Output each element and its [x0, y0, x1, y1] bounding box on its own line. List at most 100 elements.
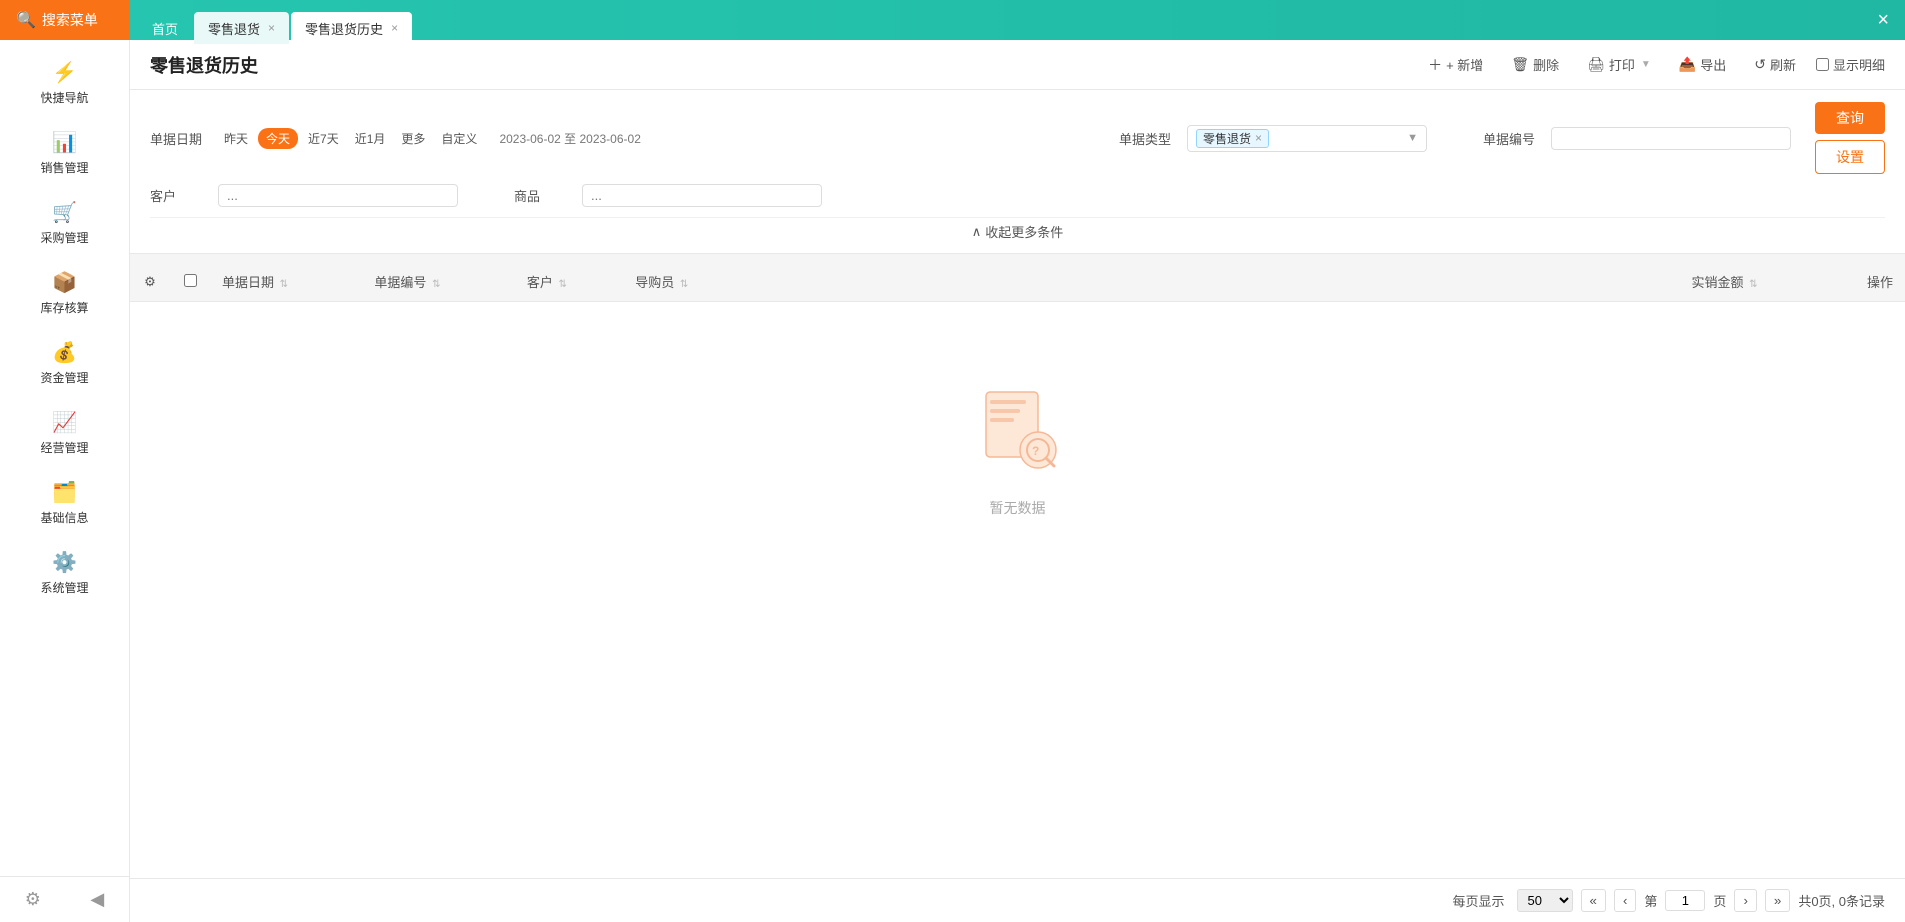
- system-icon: ⚙️: [52, 550, 77, 575]
- th-customer[interactable]: 客户 ⇅: [515, 262, 623, 302]
- type-tag: 零售退货 ×: [1196, 129, 1269, 148]
- th-guide[interactable]: 导购员 ⇅: [623, 262, 753, 302]
- goods-input[interactable]: [591, 188, 813, 203]
- empty-state: ? 暂无数据: [130, 302, 1905, 558]
- svg-text:?: ?: [1032, 444, 1039, 458]
- th-voucher-no-label: 单据编号: [374, 275, 426, 290]
- custom-btn[interactable]: 自定义: [435, 128, 483, 149]
- type-tag-close[interactable]: ×: [1255, 131, 1262, 145]
- type-select[interactable]: 零售退货 × ▼: [1187, 125, 1427, 152]
- search-menu-label: 搜索菜单: [42, 10, 98, 30]
- show-detail-cb[interactable]: 显示明细: [1816, 55, 1885, 74]
- page-num-input[interactable]: [1665, 890, 1705, 911]
- filter-row-2: 客户 商品: [150, 184, 1885, 207]
- sidebar-bottom: ⚙ ◀: [0, 876, 129, 922]
- sidebar-item-sales-mgmt-label: 销售管理: [40, 159, 88, 176]
- main-layout: ⚡ 快捷导航 📊 销售管理 🛒 采购管理 📦 库存核算 💰 资金管理 📈 经营管…: [0, 40, 1905, 922]
- customer-input-wrap: [218, 184, 458, 207]
- collapse-btn[interactable]: ∧ 收起更多条件: [150, 217, 1885, 245]
- print-icon: 🖨: [1587, 56, 1605, 73]
- delete-label: 删除: [1533, 55, 1559, 74]
- print-arrow-icon: ▼: [1641, 59, 1651, 70]
- search-menu-btn[interactable]: 🔍 搜索菜单: [0, 0, 130, 40]
- print-label: 打印: [1609, 55, 1635, 74]
- tab-retail-return[interactable]: 零售退货 ×: [194, 12, 289, 44]
- sidebar-item-sales-mgmt[interactable]: 📊 销售管理: [0, 118, 129, 188]
- yesterday-btn[interactable]: 昨天: [218, 128, 254, 149]
- th-voucher-no[interactable]: 单据编号 ⇅: [362, 262, 514, 302]
- query-btn[interactable]: 查询: [1815, 102, 1885, 134]
- tab-home[interactable]: 首页: [138, 12, 192, 44]
- sidebar-item-system[interactable]: ⚙️ 系统管理: [0, 538, 129, 608]
- sidebar-item-basic-info[interactable]: 🗂️ 基础信息: [0, 468, 129, 538]
- type-tag-value: 零售退货: [1203, 130, 1251, 147]
- refresh-icon: ↺: [1754, 56, 1766, 73]
- new-btn[interactable]: ＋ + 新增: [1420, 51, 1491, 79]
- sidebar-toggle-btn[interactable]: ◀: [90, 889, 104, 910]
- pagination: 每页显示 50 10 20 100 « ‹ 第 页 › » 共0页, 0条记录: [130, 878, 1905, 922]
- customer-input[interactable]: [227, 188, 449, 203]
- delete-btn[interactable]: 🗑 删除: [1503, 51, 1567, 78]
- tab-home-label: 首页: [152, 19, 178, 38]
- page-label: 第: [1644, 891, 1657, 910]
- empty-state-row: ? 暂无数据: [130, 302, 1905, 559]
- guide-sort-icon: ⇅: [680, 279, 688, 290]
- sidebar-settings-btn[interactable]: ⚙: [25, 889, 41, 910]
- tab-retail-return-history-close[interactable]: ×: [391, 21, 398, 35]
- tab-list: 首页 零售退货 × 零售退货历史 ×: [130, 0, 1877, 40]
- th-gear[interactable]: ⚙: [130, 262, 170, 302]
- th-amount[interactable]: 实销金额 ⇅: [754, 262, 1770, 302]
- th-date[interactable]: 单据日期 ⇅: [210, 262, 362, 302]
- type-filter-label: 单据类型: [1119, 129, 1179, 148]
- voucher-no-input[interactable]: [1560, 131, 1782, 146]
- th-check[interactable]: [170, 262, 210, 302]
- refresh-btn[interactable]: ↺ 刷新: [1746, 51, 1804, 78]
- last7-btn[interactable]: 近7天: [302, 128, 345, 149]
- sidebar-item-purchase-mgmt[interactable]: 🛒 采购管理: [0, 188, 129, 258]
- export-btn[interactable]: 📤 导出: [1671, 51, 1734, 78]
- th-op: 操作: [1770, 262, 1905, 302]
- sidebar-item-inventory[interactable]: 📦 库存核算: [0, 258, 129, 328]
- last-page-btn[interactable]: »: [1765, 889, 1790, 912]
- last1m-btn[interactable]: 近1月: [349, 128, 392, 149]
- date-filter-label: 单据日期: [150, 129, 210, 148]
- print-btn[interactable]: 🖨 打印 ▼: [1579, 51, 1659, 78]
- more-btn[interactable]: 更多: [395, 128, 431, 149]
- show-detail-checkbox[interactable]: [1816, 58, 1829, 71]
- sidebar-item-finance-label: 资金管理: [40, 369, 88, 386]
- collapse-label: 收起更多条件: [985, 222, 1063, 241]
- th-op-label: 操作: [1867, 275, 1893, 290]
- page-actions: ＋ + 新增 🗑 删除 🖨 打印 ▼ 📤 导出 ↺: [1420, 51, 1885, 79]
- page-title: 零售退货历史: [150, 52, 258, 78]
- tab-retail-return-history-label: 零售退货历史: [305, 19, 383, 38]
- select-all-checkbox[interactable]: [184, 274, 197, 287]
- sidebar-item-quick-nav[interactable]: ⚡ 快捷导航: [0, 48, 129, 118]
- purchase-mgmt-icon: 🛒: [52, 200, 77, 225]
- sidebar-item-finance[interactable]: 💰 资金管理: [0, 328, 129, 398]
- window-close-btn[interactable]: ×: [1877, 9, 1889, 31]
- th-guide-label: 导购员: [635, 275, 674, 290]
- inventory-icon: 📦: [52, 270, 77, 295]
- page-size-label: 每页显示: [1453, 891, 1505, 910]
- search-icon: 🔍: [16, 10, 36, 30]
- tab-retail-return-history[interactable]: 零售退货历史 ×: [291, 12, 412, 44]
- page-size-select[interactable]: 50 10 20 100: [1517, 889, 1573, 912]
- goods-label: 商品: [514, 186, 574, 205]
- first-page-btn[interactable]: «: [1581, 889, 1606, 912]
- voucher-no-label: 单据编号: [1483, 129, 1543, 148]
- empty-text: 暂无数据: [990, 498, 1046, 518]
- settings-btn[interactable]: 设置: [1815, 140, 1885, 174]
- next-page-btn[interactable]: ›: [1734, 889, 1756, 912]
- tab-retail-return-close[interactable]: ×: [268, 21, 275, 35]
- date-range-text: 2023-06-02 至 2023-06-02: [499, 130, 640, 147]
- sidebar-item-operations[interactable]: 📈 经营管理: [0, 398, 129, 468]
- page-unit: 页: [1713, 891, 1726, 910]
- table-wrap: ⚙ 单据日期 ⇅ 单据编号 ⇅ 客户: [130, 262, 1905, 878]
- filter-row-1: 单据日期 昨天 今天 近7天 近1月 更多 自定义 2023-06-02 至 2…: [150, 102, 1885, 174]
- prev-page-btn[interactable]: ‹: [1614, 889, 1636, 912]
- table-header-row: ⚙ 单据日期 ⇅ 单据编号 ⇅ 客户: [130, 262, 1905, 302]
- voucher-no-input-wrap: [1551, 127, 1791, 150]
- query-actions: 查询 设置: [1815, 102, 1885, 174]
- today-btn[interactable]: 今天: [258, 128, 298, 149]
- basic-info-icon: 🗂️: [52, 480, 77, 505]
